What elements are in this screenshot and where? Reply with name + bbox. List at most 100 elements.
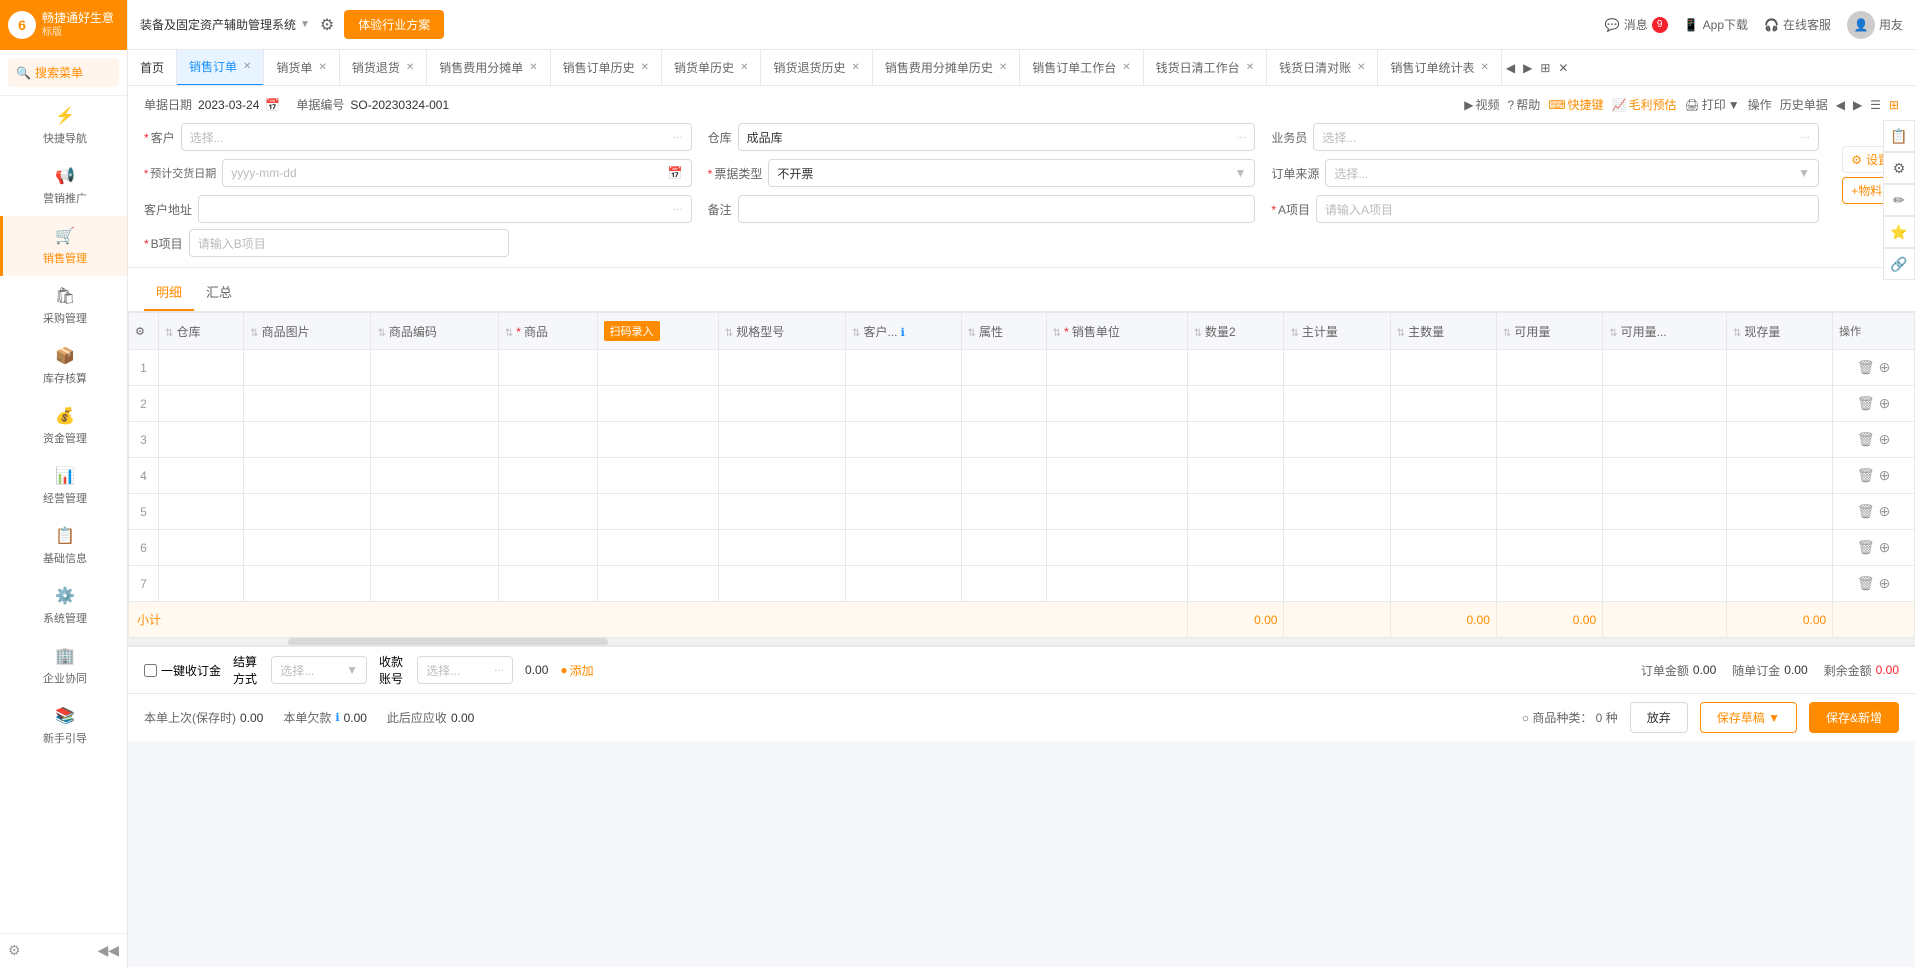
tab-order-history[interactable]: 销售订单历史 ✕ — [551, 50, 662, 86]
list-view-btn[interactable]: ☰ — [1870, 98, 1881, 112]
sidebar-item-inventory[interactable]: 📦 库存核算 — [0, 336, 127, 396]
row-delete-btn[interactable]: 🗑 — [1857, 575, 1875, 592]
account-input[interactable]: 选择... ··· — [417, 656, 513, 684]
sidebar-item-basic-info[interactable]: 📋 基础信息 — [0, 516, 127, 576]
add-deposit-button[interactable]: ● 添加 — [560, 662, 593, 679]
actions-button[interactable]: 操作 — [1748, 96, 1772, 113]
a-project-input[interactable]: 请输入A项目 — [1316, 195, 1819, 223]
sidebar-item-enterprise[interactable]: 🏢 企业协同 — [0, 636, 127, 696]
tab-home[interactable]: 首页 — [128, 50, 177, 86]
sidebar-collapse-btn[interactable]: ◀◀ — [97, 942, 119, 959]
customer-input[interactable]: 选择... ··· — [181, 123, 692, 151]
row-delete-btn[interactable]: 🗑 — [1857, 539, 1875, 556]
save-draft-button[interactable]: 保存草稿 ▼ — [1700, 702, 1797, 733]
one-click-checkbox[interactable]: 一键收订金 — [144, 662, 221, 679]
calendar-icon[interactable]: 📅 — [265, 98, 280, 112]
address-input[interactable]: ··· — [198, 195, 692, 223]
row-delete-btn[interactable]: 🗑 — [1857, 431, 1875, 448]
tab-close-icon[interactable]: ✕ — [641, 62, 649, 73]
row-copy-btn[interactable]: ⊕ — [1879, 503, 1891, 520]
settlement-select[interactable]: 选择... ▼ — [271, 656, 367, 684]
tab-close-icon[interactable]: ✕ — [740, 62, 748, 73]
tab-close-icon[interactable]: ✕ — [851, 62, 859, 73]
tab-sales-slip[interactable]: 销货单 ✕ — [264, 50, 339, 86]
sidebar-item-guide[interactable]: 📚 新手引导 — [0, 696, 127, 756]
remarks-input[interactable] — [738, 195, 1256, 223]
row-copy-btn[interactable]: ⊕ — [1879, 359, 1891, 376]
tab-close-icon[interactable]: ✕ — [406, 62, 414, 73]
tab-stats[interactable]: 销售订单统计表 ✕ — [1378, 50, 1501, 86]
rpanel-btn-4[interactable]: ⭐ — [1883, 216, 1915, 248]
staff-input[interactable]: 选择... ··· — [1313, 123, 1819, 151]
row-delete-btn[interactable]: 🗑 — [1857, 467, 1875, 484]
sidebar-item-system[interactable]: ⚙️ 系统管理 — [0, 576, 127, 636]
row-delete-btn[interactable]: 🗑 — [1857, 359, 1875, 376]
rpanel-btn-2[interactable]: ⚙ — [1883, 152, 1915, 184]
tab-daily-workbench[interactable]: 钱货日清工作台 ✕ — [1144, 50, 1267, 86]
tab-close-icon[interactable]: ✕ — [1246, 62, 1254, 73]
grid-view-btn[interactable]: ⊞ — [1889, 98, 1899, 112]
tab-menu-btn[interactable]: ⊞ — [1536, 61, 1554, 75]
sidebar-item-sales[interactable]: 🛒 销售管理 — [0, 216, 127, 276]
row-copy-btn[interactable]: ⊕ — [1879, 395, 1891, 412]
sidebar-item-operation[interactable]: 📊 经营管理 — [0, 456, 127, 516]
row-delete-btn[interactable]: 🗑 — [1857, 503, 1875, 520]
rpanel-btn-3[interactable]: ✏ — [1883, 184, 1915, 216]
warehouse-input[interactable]: 成品库 ··· — [738, 123, 1256, 151]
app-download-button[interactable]: 📱 App下载 — [1684, 16, 1748, 33]
user-menu-button[interactable]: 👤 用友 — [1847, 11, 1903, 39]
invoice-select[interactable]: 不开票 ▼ — [768, 159, 1255, 187]
sidebar-item-quick-nav[interactable]: ⚡ 快捷导航 — [0, 96, 127, 156]
shortcut-button[interactable]: ⌨ 快捷键 — [1548, 96, 1603, 113]
sidebar-item-purchase[interactable]: 🛍 采购管理 — [0, 276, 127, 336]
row-copy-btn[interactable]: ⊕ — [1879, 467, 1891, 484]
message-button[interactable]: 💬 消息 9 — [1605, 16, 1668, 33]
tab-fee-split-history[interactable]: 销售费用分摊单历史 ✕ — [873, 50, 1020, 86]
tab-fee-split[interactable]: 销售费用分摊单 ✕ — [427, 50, 550, 86]
row-copy-btn[interactable]: ⊕ — [1879, 539, 1891, 556]
row-delete-btn[interactable]: 🗑 — [1857, 395, 1875, 412]
tab-close-all-btn[interactable]: ✕ — [1554, 61, 1572, 75]
rpanel-btn-1[interactable]: 📋 — [1883, 120, 1915, 152]
tab-close-icon[interactable]: ✕ — [1481, 62, 1489, 73]
tab-close-icon[interactable]: ✕ — [243, 61, 251, 72]
nav-prev-btn[interactable]: ◀ — [1836, 98, 1845, 112]
tab-close-icon[interactable]: ✕ — [1122, 62, 1130, 73]
sidebar-item-capital[interactable]: 💰 资金管理 — [0, 396, 127, 456]
tab-sales-return[interactable]: 销货退货 ✕ — [340, 50, 427, 86]
search-menu-button[interactable]: 🔍 搜索菜单 — [8, 58, 119, 87]
view-button[interactable]: ▶ 视频 — [1464, 96, 1499, 113]
delivery-input[interactable]: yyyy-mm-dd 📅 — [222, 159, 691, 187]
rpanel-btn-5[interactable]: 🔗 — [1883, 248, 1915, 280]
row-copy-btn[interactable]: ⊕ — [1879, 431, 1891, 448]
profit-button[interactable]: 📈 毛利预估 — [1612, 96, 1677, 113]
tab-order-workbench[interactable]: 销售订单工作台 ✕ — [1020, 50, 1143, 86]
b-project-input[interactable]: 请输入B项目 — [189, 229, 509, 257]
topbar-settings-button[interactable]: ⚙ — [320, 15, 334, 35]
table-scrollbar[interactable] — [128, 638, 1915, 646]
tab-return-history[interactable]: 销货退货历史 ✕ — [761, 50, 872, 86]
save-new-button[interactable]: 保存&新增 — [1809, 702, 1899, 733]
row-copy-btn[interactable]: ⊕ — [1879, 575, 1891, 592]
help-button[interactable]: ? 帮助 — [1508, 96, 1541, 113]
tab-close-icon[interactable]: ✕ — [1357, 62, 1365, 73]
history-button[interactable]: 历史单据 — [1780, 96, 1828, 113]
tab-prev-btn[interactable]: ◀ — [1502, 61, 1519, 75]
discard-button[interactable]: 放弃 — [1630, 702, 1688, 733]
scan-button[interactable]: 扫码录入 — [604, 321, 660, 341]
tab-summary[interactable]: 汇总 — [194, 274, 244, 311]
print-button[interactable]: 🖨 打印 ▼ — [1685, 96, 1740, 113]
order-source-input[interactable]: 选择... ▼ — [1325, 159, 1819, 187]
tab-next-btn[interactable]: ▶ — [1519, 61, 1536, 75]
tab-daily-reconcile[interactable]: 钱货日清对账 ✕ — [1267, 50, 1378, 86]
solution-button[interactable]: 体验行业方案 — [344, 10, 444, 39]
tab-slip-history[interactable]: 销货单历史 ✕ — [662, 50, 761, 86]
tab-detail[interactable]: 明细 — [144, 274, 194, 311]
tab-close-icon[interactable]: ✕ — [318, 62, 326, 73]
sidebar-item-marketing[interactable]: 📢 营销推广 — [0, 156, 127, 216]
one-click-input[interactable] — [144, 664, 157, 677]
online-service-button[interactable]: 🎧 在线客服 — [1764, 16, 1831, 33]
nav-next-btn[interactable]: ▶ — [1853, 98, 1862, 112]
tab-sales-order[interactable]: 销售订单 ✕ — [177, 50, 264, 86]
tab-close-icon[interactable]: ✕ — [529, 62, 537, 73]
